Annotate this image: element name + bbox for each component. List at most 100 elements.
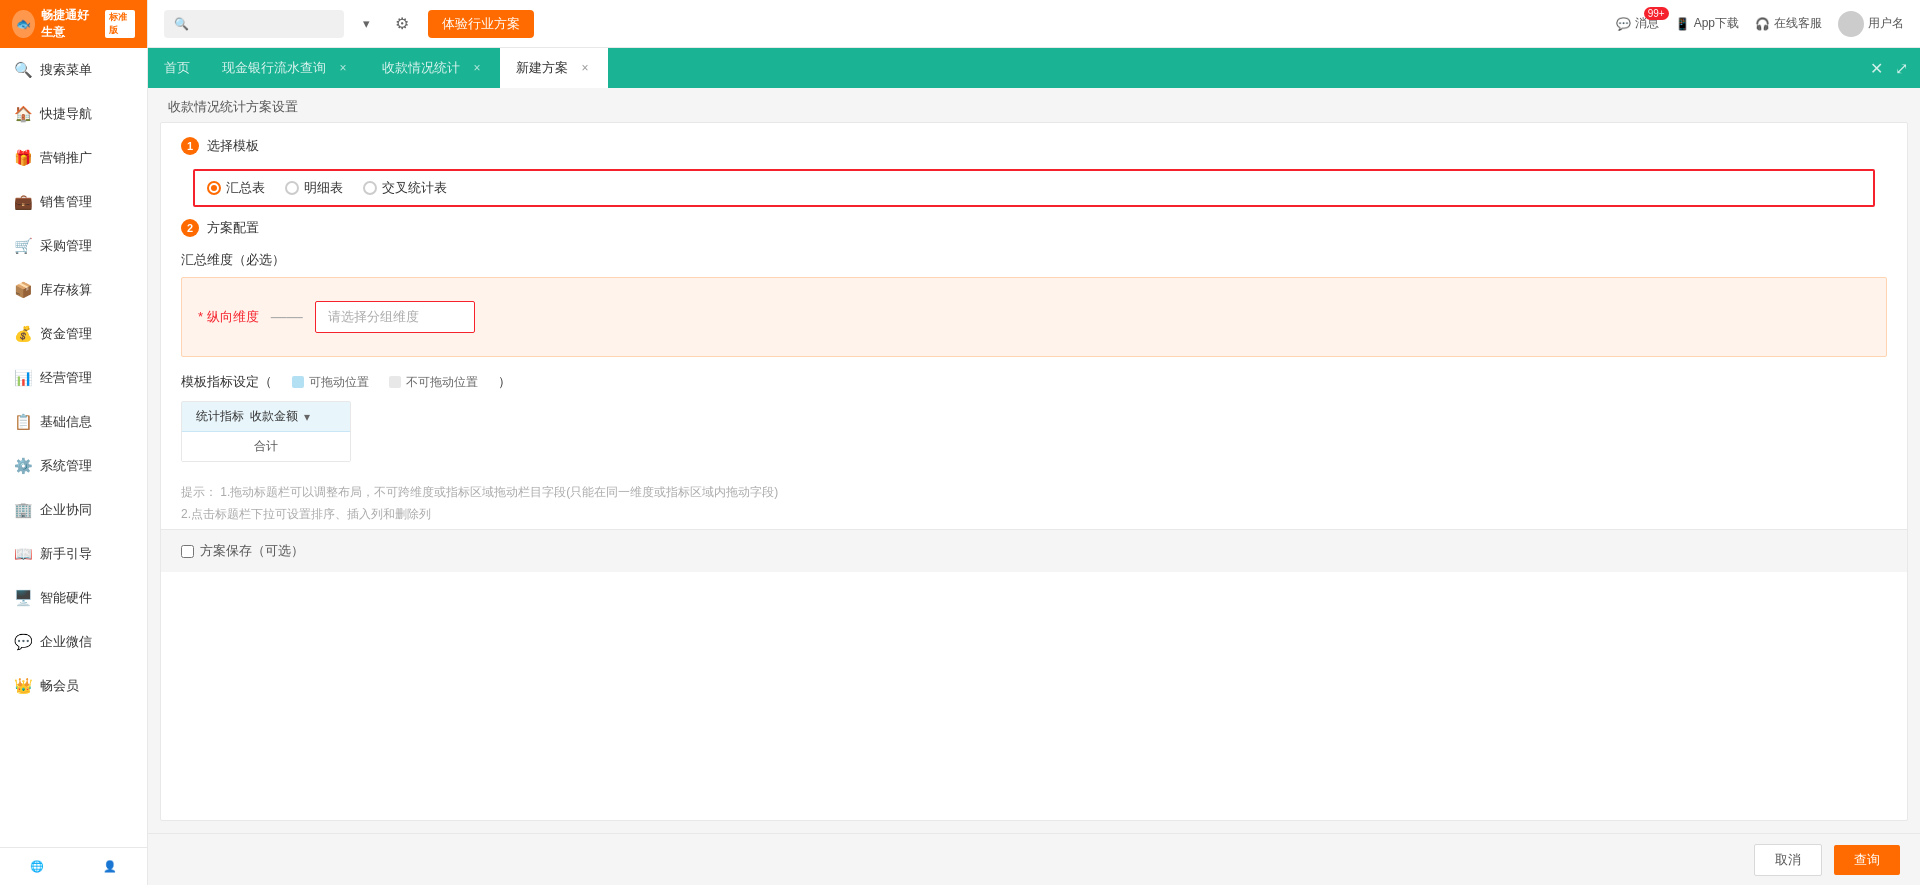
stats-header-row: 统计指标 收款金额 ▾	[182, 402, 350, 432]
message-btn[interactable]: 💬 消息 99+	[1616, 15, 1659, 32]
section2-header: 2 方案配置	[181, 211, 1887, 247]
cancel-button[interactable]: 取消	[1754, 844, 1822, 876]
tab-cashflow[interactable]: 现金银行流水查询 ×	[206, 48, 366, 88]
industry-btn[interactable]: 体验行业方案	[428, 10, 534, 38]
dim-selector[interactable]: 请选择分组维度	[315, 301, 475, 333]
radio-summary[interactable]: 汇总表	[207, 179, 265, 197]
sidebar-item-purchase[interactable]: 🛒 采购管理	[0, 224, 147, 268]
tab-home[interactable]: 首页	[148, 48, 206, 88]
sidebar-item-hardware[interactable]: 🖥️ 智能硬件	[0, 576, 147, 620]
vertical-dim-label: * 纵向维度	[198, 308, 259, 326]
radio-detail-label: 明细表	[304, 179, 343, 197]
query-button[interactable]: 查询	[1834, 845, 1900, 875]
save-checkbox[interactable]	[181, 545, 194, 558]
section2-area: 2 方案配置 汇总维度（必选） * 纵向维度 —— 请选择分组维度 模板指标设定…	[161, 211, 1907, 529]
sidebar-item-label: 营销推广	[40, 149, 92, 167]
sidebar-item-label: 基础信息	[40, 413, 92, 431]
sidebar-item-label: 库存核算	[40, 281, 92, 299]
download-btn[interactable]: 📱 App下载	[1675, 15, 1739, 32]
sidebar-item-search[interactable]: 🔍 搜索菜单	[0, 48, 147, 92]
sidebar-item-finance[interactable]: 💰 资金管理	[0, 312, 147, 356]
user-menu[interactable]: 用户名	[1838, 11, 1904, 37]
user-name: 用户名	[1868, 15, 1904, 32]
tab-newplan-label: 新建方案	[516, 59, 568, 77]
guide-icon: 📖	[14, 545, 32, 563]
tabbar-expand-icon[interactable]: ⤢	[1891, 55, 1912, 82]
sidebar-item-inventory[interactable]: 📦 库存核算	[0, 268, 147, 312]
tab-home-label: 首页	[164, 59, 190, 77]
sidebar-item-system[interactable]: ⚙️ 系统管理	[0, 444, 147, 488]
fixed-label: 不可拖动位置	[406, 374, 478, 391]
tab-newplan-close[interactable]: ×	[578, 61, 592, 75]
sidebar-logo: 🐟 畅捷通好生意 标准版	[0, 0, 147, 48]
sales-icon: 💼	[14, 193, 32, 211]
stats-table: 统计指标 收款金额 ▾ 合计	[181, 401, 351, 462]
search-icon: 🔍	[174, 17, 189, 31]
radio-cross-circle	[363, 181, 377, 195]
arrow-icon: ——	[271, 308, 303, 326]
bottom-bar: 取消 查询	[148, 833, 1920, 885]
tabbar-close-icon[interactable]: ✕	[1866, 55, 1887, 82]
dim-section-label: 汇总维度（必选）	[181, 247, 1887, 277]
sidebar-bottom: 🌐 👤	[0, 847, 147, 885]
radio-detail-circle	[285, 181, 299, 195]
message-icon: 💬	[1616, 17, 1631, 31]
radio-cross-label: 交叉统计表	[382, 179, 447, 197]
service-icon: 🎧	[1755, 17, 1770, 31]
tab-newplan[interactable]: 新建方案 ×	[500, 48, 608, 88]
tab-collection-label: 收款情况统计	[382, 59, 460, 77]
purchase-icon: 🛒	[14, 237, 32, 255]
template-options: 汇总表 明细表 交叉统计表	[207, 179, 447, 197]
sidebar-item-marketing[interactable]: 🎁 营销推广	[0, 136, 147, 180]
sidebar-item-quicknav[interactable]: 🏠 快捷导航	[0, 92, 147, 136]
service-btn[interactable]: 🎧 在线客服	[1755, 15, 1822, 32]
sidebar-item-operations[interactable]: 📊 经营管理	[0, 356, 147, 400]
form-area: 1 选择模板 汇总表 明细表	[160, 122, 1908, 821]
breadcrumb: 收款情况统计方案设置	[168, 99, 298, 114]
sidebar-item-enterprise[interactable]: 🏢 企业协同	[0, 488, 147, 532]
movable-dot	[292, 376, 304, 388]
sidebar-item-sales[interactable]: 💼 销售管理	[0, 180, 147, 224]
settings-icon[interactable]: ⚙	[388, 10, 416, 38]
tip1-text: 提示： 1.拖动标题栏可以调整布局，不可跨维度或指标区域拖动栏目字段(只能在同一…	[181, 482, 1887, 504]
sidebar-item-guide[interactable]: 📖 新手引导	[0, 532, 147, 576]
tip2-text: 2.点击标题栏下拉可设置排序、插入列和删除列	[181, 504, 1887, 526]
sidebar-item-wechat[interactable]: 💬 企业微信	[0, 620, 147, 664]
indicators-label-row: 模板指标设定（ 可拖动位置 不可拖动位置 ）	[181, 373, 1887, 391]
sidebar-item-basics[interactable]: 📋 基础信息	[0, 400, 147, 444]
sidebar-item-label: 智能硬件	[40, 589, 92, 607]
main-area: 🔍 ▾ ⚙ 体验行业方案 💬 消息 99+ 📱 App下载 🎧 在线客服 用户名	[148, 0, 1920, 885]
radio-summary-label: 汇总表	[226, 179, 265, 197]
logo-icon: 🐟	[12, 10, 35, 38]
content-area: 收款情况统计方案设置 1 选择模板 汇总表	[148, 88, 1920, 885]
sidebar-item-label: 新手引导	[40, 545, 92, 563]
sidebar-item-label: 企业微信	[40, 633, 92, 651]
logo-text: 畅捷通好生意	[41, 7, 99, 41]
section1-title: 选择模板	[207, 137, 259, 155]
wechat-icon: 💬	[14, 633, 32, 651]
top-header: 🔍 ▾ ⚙ 体验行业方案 💬 消息 99+ 📱 App下载 🎧 在线客服 用户名	[148, 0, 1920, 48]
stats-total-row: 合计	[182, 432, 350, 461]
sidebar: 🐟 畅捷通好生意 标准版 🔍 搜索菜单 🏠 快捷导航 🎁 营销推广 💼 销售管理…	[0, 0, 148, 885]
tab-cashflow-label: 现金银行流水查询	[222, 59, 326, 77]
search-box[interactable]: 🔍	[164, 10, 344, 38]
search-icon: 🔍	[14, 61, 32, 79]
sidebar-bottom-btn-right[interactable]: 👤	[95, 856, 125, 877]
section2-title: 方案配置	[207, 219, 259, 237]
tip1: 提示： 1.拖动标题栏可以调整布局，不可跨维度或指标区域拖动栏目字段(只能在同一…	[181, 474, 1887, 529]
page-header: 收款情况统计方案设置	[148, 88, 1920, 122]
tab-collection[interactable]: 收款情况统计 ×	[366, 48, 500, 88]
sidebar-item-label: 销售管理	[40, 193, 92, 211]
stats-dropdown-icon[interactable]: ▾	[304, 410, 310, 424]
tab-cashflow-close[interactable]: ×	[336, 61, 350, 75]
tabbar-right: ✕ ⤢	[1866, 55, 1920, 82]
sidebar-item-label: 搜索菜单	[40, 61, 92, 79]
indicators-section: 模板指标设定（ 可拖动位置 不可拖动位置 ）	[181, 373, 1887, 529]
sidebar-item-label: 系统管理	[40, 457, 92, 475]
tab-collection-close[interactable]: ×	[470, 61, 484, 75]
sidebar-item-member[interactable]: 👑 畅会员	[0, 664, 147, 708]
radio-detail[interactable]: 明细表	[285, 179, 343, 197]
radio-cross[interactable]: 交叉统计表	[363, 179, 447, 197]
sidebar-bottom-btn-left[interactable]: 🌐	[22, 856, 52, 877]
header-dropdown-btn[interactable]: ▾	[356, 14, 376, 34]
